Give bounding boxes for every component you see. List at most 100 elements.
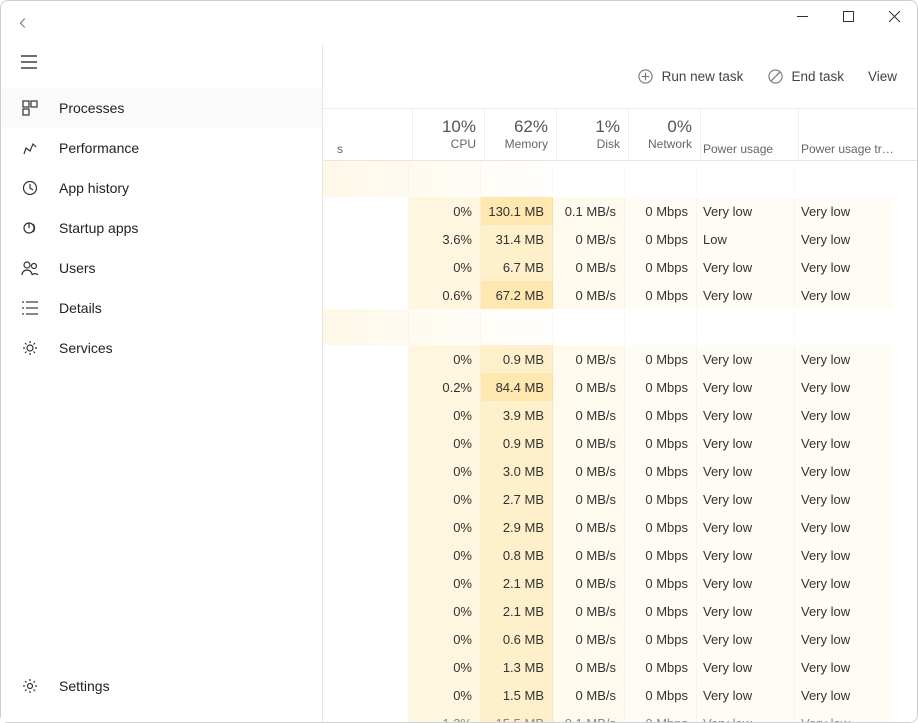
nav-app-history[interactable]: App history	[1, 168, 322, 208]
cell-disk: 0 MB/s	[553, 225, 625, 253]
cell-network: 0 Mbps	[625, 345, 697, 373]
cell-power-usage-trend: Very low	[795, 197, 893, 225]
cell-disk: 0 MB/s	[553, 429, 625, 457]
cell-cpu: 0%	[409, 653, 481, 681]
nav-label: Settings	[59, 678, 110, 694]
cell-power-usage-trend: Very low	[795, 625, 893, 653]
nav-settings[interactable]: Settings	[1, 666, 322, 706]
hamburger-button[interactable]	[1, 45, 322, 84]
table-row[interactable]: 0%6.7 MB0 MB/s0 MbpsVery lowVery low	[323, 253, 917, 281]
cell-network: 0 Mbps	[625, 197, 697, 225]
nav-processes[interactable]: Processes	[1, 88, 322, 128]
details-icon	[21, 299, 39, 317]
table-row[interactable]: 0%1.3 MB0 MB/s0 MbpsVery lowVery low	[323, 653, 917, 681]
nav-performance[interactable]: Performance	[1, 128, 322, 168]
cell-network: 0 Mbps	[625, 401, 697, 429]
nav-services[interactable]: Services	[1, 328, 322, 368]
cell-power-usage: Very low	[697, 429, 795, 457]
col-memory[interactable]: 62%Memory	[485, 109, 557, 160]
cell-power-usage: Very low	[697, 373, 795, 401]
task-manager-window: { "window": { "minimize": "−", "maximize…	[0, 0, 918, 723]
nav-users[interactable]: Users	[1, 248, 322, 288]
col-power-usage[interactable]: Power usage	[701, 109, 799, 160]
col-power-usage-trend[interactable]: Power usage tr…	[799, 109, 897, 160]
table-row[interactable]: 0%130.1 MB0.1 MB/s0 MbpsVery lowVery low	[323, 197, 917, 225]
tool-label: View	[868, 69, 897, 84]
nav-label: Performance	[59, 140, 139, 156]
back-button[interactable]	[1, 1, 45, 45]
col-cpu[interactable]: 10%CPU	[413, 109, 485, 160]
cell-memory: 2.9 MB	[481, 513, 553, 541]
nav-details[interactable]: Details	[1, 288, 322, 328]
cell-memory: 3.0 MB	[481, 457, 553, 485]
table-row[interactable]: 0%3.9 MB0 MB/s0 MbpsVery lowVery low	[323, 401, 917, 429]
cell-network: 0 Mbps	[625, 225, 697, 253]
table-row[interactable]: 0%0.6 MB0 MB/s0 MbpsVery lowVery low	[323, 625, 917, 653]
cell-cpu: 0.6%	[409, 281, 481, 309]
col-network[interactable]: 0%Network	[629, 109, 701, 160]
table-row[interactable]: 3.6%31.4 MB0 MB/s0 MbpsLowVery low	[323, 225, 917, 253]
nav: Processes Performance App history Startu…	[1, 84, 322, 368]
nav-startup-apps[interactable]: Startup apps	[1, 208, 322, 248]
cell-power-usage-trend: Very low	[795, 569, 893, 597]
table-row[interactable]: 0%2.7 MB0 MB/s0 MbpsVery lowVery low	[323, 485, 917, 513]
cell-power-usage: Very low	[697, 709, 795, 722]
table-row[interactable]	[323, 309, 917, 345]
cell-power-usage: Very low	[697, 569, 795, 597]
minimize-button[interactable]	[779, 1, 825, 31]
cell-memory: 31.4 MB	[481, 225, 553, 253]
cell-cpu: 0%	[409, 541, 481, 569]
cell-memory: 15.5 MB	[481, 709, 553, 722]
cell-memory: 1.3 MB	[481, 653, 553, 681]
nav-label: Startup apps	[59, 220, 138, 236]
view-dropdown[interactable]: View	[868, 69, 897, 84]
col-disk[interactable]: 1%Disk	[557, 109, 629, 160]
cell-cpu: 0%	[409, 513, 481, 541]
cell-cpu: 0.2%	[409, 373, 481, 401]
cell-power-usage-trend: Very low	[795, 253, 893, 281]
cell-power-usage-trend: Very low	[795, 225, 893, 253]
table-row[interactable]: 0.2%84.4 MB0 MB/s0 MbpsVery lowVery low	[323, 373, 917, 401]
cell-network: 0 Mbps	[625, 281, 697, 309]
cell-disk: 0 MB/s	[553, 681, 625, 709]
table-row[interactable]	[323, 161, 917, 197]
table-row[interactable]: 0%1.5 MB0 MB/s0 MbpsVery lowVery low	[323, 681, 917, 709]
gear-icon	[21, 677, 39, 695]
close-button[interactable]	[871, 1, 917, 31]
table-row[interactable]: 0%0.9 MB0 MB/s0 MbpsVery lowVery low	[323, 345, 917, 373]
table-row[interactable]: 0%2.1 MB0 MB/s0 MbpsVery lowVery low	[323, 597, 917, 625]
maximize-button[interactable]	[825, 1, 871, 31]
cell-network: 0 Mbps	[625, 625, 697, 653]
cell-network: 0 Mbps	[625, 541, 697, 569]
cell-cpu: 0%	[409, 485, 481, 513]
cell-network: 0 Mbps	[625, 485, 697, 513]
cell-cpu: 0%	[409, 345, 481, 373]
cell-power-usage-trend: Very low	[795, 485, 893, 513]
table-row[interactable]: 0.6%67.2 MB0 MB/s0 MbpsVery lowVery low	[323, 281, 917, 309]
cell-power-usage-trend: Very low	[795, 541, 893, 569]
processes-icon	[21, 99, 39, 117]
table-row[interactable]: 1.3%15.5 MB0.1 MB/s0 MbpsVery lowVery lo…	[323, 709, 917, 722]
table-row[interactable]: 0%2.9 MB0 MB/s0 MbpsVery lowVery low	[323, 513, 917, 541]
table-header[interactable]: s 10%CPU 62%Memory 1%Disk 0%Network Powe…	[323, 109, 917, 161]
table-row[interactable]: 0%0.9 MB0 MB/s0 MbpsVery lowVery low	[323, 429, 917, 457]
run-new-task-button[interactable]: Run new task	[638, 69, 744, 85]
cell-power-usage-trend: Very low	[795, 653, 893, 681]
table-row[interactable]: 0%0.8 MB0 MB/s0 MbpsVery lowVery low	[323, 541, 917, 569]
cell-cpu: 0%	[409, 253, 481, 281]
cell-disk: 0 MB/s	[553, 653, 625, 681]
end-task-button[interactable]: End task	[767, 69, 844, 85]
cell-memory: 1.5 MB	[481, 681, 553, 709]
table-row[interactable]: 0%2.1 MB0 MB/s0 MbpsVery lowVery low	[323, 569, 917, 597]
cell-power-usage: Very low	[697, 681, 795, 709]
nav-label: Users	[59, 260, 96, 276]
cell-power-usage: Very low	[697, 281, 795, 309]
cell-power-usage: Very low	[697, 513, 795, 541]
cell-memory: 3.9 MB	[481, 401, 553, 429]
col-name[interactable]: s	[331, 109, 413, 160]
main: Run new task End task View s 10%CPU 62%M…	[323, 45, 917, 722]
cell-disk: 0 MB/s	[553, 345, 625, 373]
table-row[interactable]: 0%3.0 MB0 MB/s0 MbpsVery lowVery low	[323, 457, 917, 485]
cell-cpu: 0%	[409, 429, 481, 457]
nav-label: Services	[59, 340, 113, 356]
